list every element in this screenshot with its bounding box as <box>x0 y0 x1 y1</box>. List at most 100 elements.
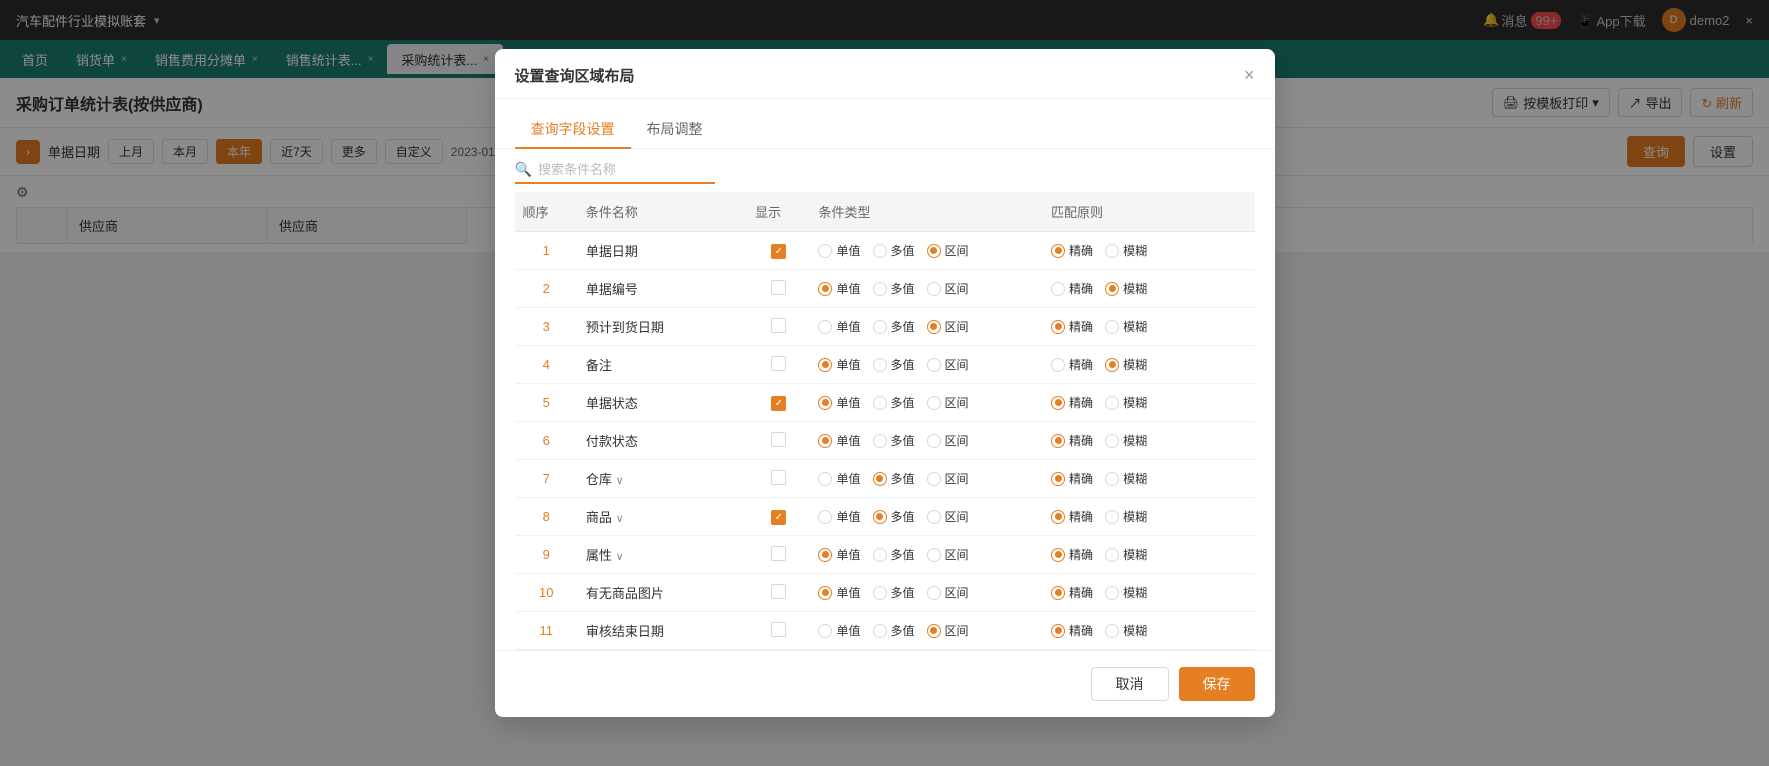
row-3-type-多值[interactable]: 多值 <box>873 318 915 335</box>
row-8-checkbox[interactable] <box>771 510 786 525</box>
row-10-show[interactable] <box>747 574 810 612</box>
row-1-checkbox[interactable] <box>771 244 786 259</box>
row-3-checkbox[interactable] <box>771 318 786 333</box>
row-10-match-模糊[interactable]: 模糊 <box>1105 584 1147 601</box>
row-7-type-单值[interactable]: 单值 <box>818 470 860 487</box>
row-3-match-模糊[interactable]: 模糊 <box>1105 318 1147 335</box>
row-4-match-精确[interactable]: 精确 <box>1051 356 1093 373</box>
row-6-type-区间[interactable]: 区间 <box>927 432 969 449</box>
row-11-type-多值[interactable]: 多值 <box>873 622 915 639</box>
row-10-type-单值[interactable]: 单值 <box>818 584 860 601</box>
row-6-type: 单值多值区间 <box>810 422 1043 460</box>
cancel-button[interactable]: 取消 <box>1091 667 1169 701</box>
radio-dot-icon <box>1105 586 1119 600</box>
dialog-close-button[interactable]: × <box>1244 65 1255 86</box>
row-11-type-单值[interactable]: 单值 <box>818 622 860 639</box>
row-8-show[interactable] <box>747 498 810 536</box>
row-1-show[interactable] <box>747 232 810 270</box>
row-9-match-精确[interactable]: 精确 <box>1051 546 1093 563</box>
dropdown-arrow-icon[interactable]: ∨ <box>616 475 624 487</box>
row-8-type-多值[interactable]: 多值 <box>873 508 915 525</box>
row-9-type-区间[interactable]: 区间 <box>927 546 969 563</box>
row-1-type: 单值多值区间 <box>810 232 1043 270</box>
radio-dot-icon <box>927 244 941 258</box>
row-4-checkbox[interactable] <box>771 356 786 371</box>
row-5-match-模糊[interactable]: 模糊 <box>1105 394 1147 411</box>
row-3-show[interactable] <box>747 308 810 346</box>
row-6-show[interactable] <box>747 422 810 460</box>
radio-dot-icon <box>818 472 832 486</box>
row-1-type-区间[interactable]: 区间 <box>927 242 969 259</box>
row-2-type-单值[interactable]: 单值 <box>818 280 860 297</box>
row-3-type-单值[interactable]: 单值 <box>818 318 860 335</box>
row-3-match-精确[interactable]: 精确 <box>1051 318 1093 335</box>
row-6-checkbox[interactable] <box>771 432 786 447</box>
row-7-type-多值[interactable]: 多值 <box>873 470 915 487</box>
radio-dot-icon <box>1105 358 1119 372</box>
row-3-type-区间[interactable]: 区间 <box>927 318 969 335</box>
row-8-match: 精确模糊 <box>1043 498 1254 536</box>
row-6-match-精确[interactable]: 精确 <box>1051 432 1093 449</box>
row-2-type-区间[interactable]: 区间 <box>927 280 969 297</box>
row-2-match-精确[interactable]: 精确 <box>1051 280 1093 297</box>
dropdown-arrow-icon[interactable]: ∨ <box>616 551 624 563</box>
row-4-type-单值[interactable]: 单值 <box>818 356 860 373</box>
row-10-type-多值[interactable]: 多值 <box>873 584 915 601</box>
row-11-show[interactable] <box>747 612 810 650</box>
search-input-wrap: 🔍 <box>515 161 715 184</box>
row-1-type-单值[interactable]: 单值 <box>818 242 860 259</box>
dialog-tab-layout[interactable]: 布局调整 <box>631 111 719 149</box>
row-10-match-精确[interactable]: 精确 <box>1051 584 1093 601</box>
row-5-type-多值[interactable]: 多值 <box>873 394 915 411</box>
row-1-type-多值[interactable]: 多值 <box>873 242 915 259</box>
row-6-type-多值[interactable]: 多值 <box>873 432 915 449</box>
row-9-show[interactable] <box>747 536 810 574</box>
row-6-type-单值[interactable]: 单值 <box>818 432 860 449</box>
row-11-type-区间[interactable]: 区间 <box>927 622 969 639</box>
row-8-type-单值[interactable]: 单值 <box>818 508 860 525</box>
row-7-match-精确[interactable]: 精确 <box>1051 470 1093 487</box>
search-input[interactable] <box>538 162 715 177</box>
row-2-type-多值[interactable]: 多值 <box>873 280 915 297</box>
row-11-name: 审核结束日期 <box>578 612 747 650</box>
row-7-type-区间[interactable]: 区间 <box>927 470 969 487</box>
row-9-checkbox[interactable] <box>771 546 786 561</box>
row-5-checkbox[interactable] <box>771 396 786 411</box>
row-11-match-模糊[interactable]: 模糊 <box>1105 622 1147 639</box>
row-6-order: 6 <box>515 422 578 460</box>
dialog-tab-query-fields[interactable]: 查询字段设置 <box>515 111 631 149</box>
row-5-show[interactable] <box>747 384 810 422</box>
row-1-order: 1 <box>515 232 578 270</box>
radio-dot-icon <box>873 320 887 334</box>
row-8-type-区间[interactable]: 区间 <box>927 508 969 525</box>
row-9-type-多值[interactable]: 多值 <box>873 546 915 563</box>
row-7-show[interactable] <box>747 460 810 498</box>
row-5-type-单值[interactable]: 单值 <box>818 394 860 411</box>
row-11-checkbox[interactable] <box>771 622 786 637</box>
row-2-match-模糊[interactable]: 模糊 <box>1105 280 1147 297</box>
row-4-type-多值[interactable]: 多值 <box>873 356 915 373</box>
row-2-show[interactable] <box>747 270 810 308</box>
row-2-checkbox[interactable] <box>771 280 786 295</box>
row-10-name: 有无商品图片 <box>578 574 747 612</box>
row-5-type-区间[interactable]: 区间 <box>927 394 969 411</box>
row-9-match-模糊[interactable]: 模糊 <box>1105 546 1147 563</box>
row-1-match-精确[interactable]: 精确 <box>1051 242 1093 259</box>
row-10-type-区间[interactable]: 区间 <box>927 584 969 601</box>
row-8-match-模糊[interactable]: 模糊 <box>1105 508 1147 525</box>
row-6-match-模糊[interactable]: 模糊 <box>1105 432 1147 449</box>
row-9-type-单值[interactable]: 单值 <box>818 546 860 563</box>
row-4-match-模糊[interactable]: 模糊 <box>1105 356 1147 373</box>
row-5-match-精确[interactable]: 精确 <box>1051 394 1093 411</box>
row-7-order: 7 <box>515 460 578 498</box>
row-8-match-精确[interactable]: 精确 <box>1051 508 1093 525</box>
row-7-checkbox[interactable] <box>771 470 786 485</box>
row-7-match-模糊[interactable]: 模糊 <box>1105 470 1147 487</box>
row-1-match-模糊[interactable]: 模糊 <box>1105 242 1147 259</box>
save-button[interactable]: 保存 <box>1179 667 1255 701</box>
row-4-show[interactable] <box>747 346 810 384</box>
row-4-type-区间[interactable]: 区间 <box>927 356 969 373</box>
row-11-match-精确[interactable]: 精确 <box>1051 622 1093 639</box>
row-10-checkbox[interactable] <box>771 584 786 599</box>
dropdown-arrow-icon[interactable]: ∨ <box>616 513 624 525</box>
